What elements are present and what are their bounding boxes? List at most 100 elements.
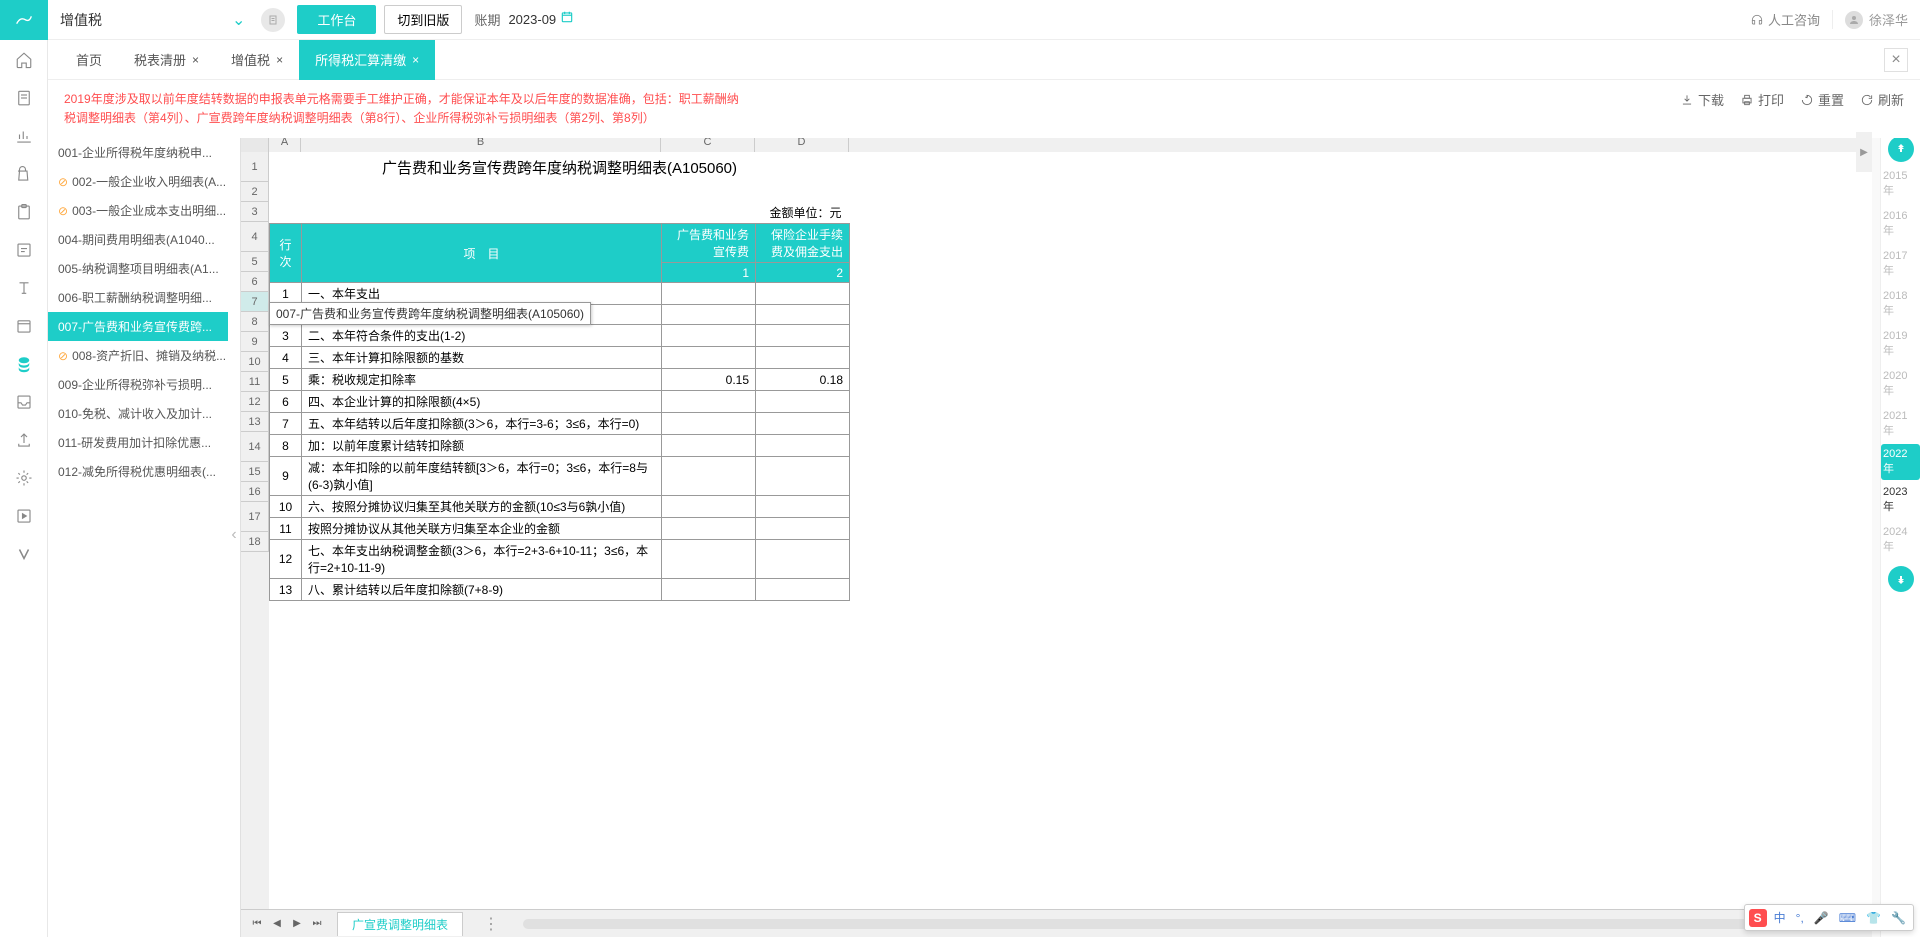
year-scroll-down[interactable] (1888, 566, 1914, 592)
row-header[interactable]: 9 (241, 332, 269, 352)
row-header[interactable]: 14 (241, 432, 269, 462)
ime-toolbar[interactable]: S 中 °, 🎤 ⌨ 👕 🔧 (1744, 904, 1914, 931)
value-cell-2[interactable] (756, 579, 850, 601)
value-cell-2[interactable] (756, 283, 850, 305)
value-cell-2[interactable]: 0.18 (756, 369, 850, 391)
horizontal-scrollbar[interactable] (523, 919, 1864, 929)
row-header[interactable]: 15 (241, 462, 269, 482)
row-header[interactable]: 1 (241, 152, 269, 182)
value-cell-1[interactable] (662, 457, 756, 496)
chevron-down-icon[interactable]: ⌄ (232, 10, 245, 30)
home-icon[interactable] (0, 42, 48, 78)
sheet-nav-next[interactable]: ▶ (289, 916, 305, 932)
report-icon[interactable] (0, 232, 48, 268)
value-cell-1[interactable] (662, 283, 756, 305)
year-item[interactable]: 2019年 (1881, 324, 1920, 364)
print-button[interactable]: 打印 (1740, 90, 1784, 109)
tax-icon[interactable] (0, 346, 48, 382)
tab-tax-list[interactable]: 税表清册× (118, 40, 215, 80)
row-header[interactable]: 13 (241, 412, 269, 432)
value-cell-1[interactable] (662, 347, 756, 369)
form-list-item[interactable]: 010-免税、减计收入及加计... (48, 399, 228, 428)
project-cell[interactable]: 八、累计结转以后年度扣除额(7+8-9) (302, 579, 662, 601)
year-scroll-up[interactable] (1888, 136, 1914, 162)
refresh-button[interactable]: 刷新 (1860, 90, 1904, 109)
clipboard-icon[interactable] (0, 194, 48, 230)
value-cell-2[interactable] (756, 305, 850, 325)
value-cell-2[interactable] (756, 347, 850, 369)
row-header[interactable]: 11 (241, 372, 269, 392)
year-item[interactable]: 2023年 (1881, 480, 1920, 520)
document-icon[interactable] (0, 80, 48, 116)
workbench-button[interactable]: 工作台 (297, 5, 376, 34)
tab-income-tax[interactable]: 所得税汇算清缴× (299, 40, 435, 80)
form-list-item[interactable]: 001-企业所得税年度纳税申... (48, 138, 228, 167)
chart-icon[interactable] (0, 118, 48, 154)
form-list-item[interactable]: 005-纳税调整项目明细表(A1... (48, 254, 228, 283)
row-header[interactable]: 12 (241, 392, 269, 412)
value-cell-1[interactable] (662, 325, 756, 347)
form-list-item[interactable]: ⊘002-一般企业收入明细表(A... (48, 167, 228, 196)
service-link[interactable]: 人工咨询 (1750, 10, 1820, 29)
form-list-item[interactable]: 012-减免所得税优惠明细表(... (48, 457, 228, 486)
doc-circle-icon[interactable] (261, 8, 285, 32)
ime-lang[interactable]: 中 (1771, 907, 1789, 928)
form-list-item[interactable]: ⊘008-资产折旧、摊销及纳税... (48, 341, 228, 370)
row-header[interactable]: 16 (241, 482, 269, 502)
value-cell-1[interactable] (662, 518, 756, 540)
year-item[interactable]: 2017年 (1881, 244, 1920, 284)
row-header[interactable]: 7 (241, 292, 269, 312)
switch-old-button[interactable]: 切到旧版 (384, 5, 462, 34)
project-cell[interactable]: 四、本企业计算的扣除限额(4×5) (302, 391, 662, 413)
form-list-item[interactable]: 009-企业所得税弥补亏损明... (48, 370, 228, 399)
value-cell-2[interactable] (756, 435, 850, 457)
bag-icon[interactable] (0, 156, 48, 192)
settings-icon[interactable] (0, 460, 48, 496)
value-cell-2[interactable] (756, 457, 850, 496)
value-cell-2[interactable] (756, 518, 850, 540)
project-cell[interactable]: 加：以前年度累计结转扣除额 (302, 435, 662, 457)
row-header[interactable]: 4 (241, 222, 269, 252)
ime-punct-icon[interactable]: °, (1793, 909, 1807, 927)
year-item[interactable]: 2022年 (1881, 444, 1920, 480)
download-button[interactable]: 下载 (1680, 90, 1724, 109)
year-item[interactable]: 2018年 (1881, 284, 1920, 324)
close-icon[interactable]: × (412, 53, 419, 67)
inbox-icon[interactable] (0, 384, 48, 420)
project-cell[interactable]: 按照分摊协议从其他关联方归集至本企业的金额 (302, 518, 662, 540)
form-list-item[interactable]: 007-广告费和业务宣传费跨... (48, 312, 228, 341)
project-cell[interactable]: 六、按照分摊协议归集至其他关联方的金额(10≤3与6孰小值) (302, 496, 662, 518)
sheet-nav-prev[interactable]: ◀ (269, 916, 285, 932)
row-header[interactable]: 2 (241, 182, 269, 202)
value-cell-1[interactable] (662, 496, 756, 518)
value-cell-1[interactable] (662, 579, 756, 601)
ime-mic-icon[interactable]: 🎤 (1811, 909, 1832, 927)
value-cell-2[interactable] (756, 391, 850, 413)
row-header[interactable]: 18 (241, 532, 269, 552)
row-header[interactable]: 17 (241, 502, 269, 532)
close-icon[interactable]: × (276, 53, 283, 67)
calendar-picker-icon[interactable] (560, 10, 574, 29)
year-item[interactable]: 2021年 (1881, 404, 1920, 444)
tab-vat[interactable]: 增值税× (215, 40, 299, 80)
ime-keyboard-icon[interactable]: ⌨ (1836, 909, 1859, 927)
form-list-item[interactable]: 011-研发费用加计扣除优惠... (48, 428, 228, 457)
sheet-tab[interactable]: 广宣费调整明细表 (337, 912, 463, 936)
period-value[interactable]: 2023-09 (508, 12, 556, 27)
value-cell-1[interactable] (662, 435, 756, 457)
value-cell-1[interactable] (662, 413, 756, 435)
project-cell[interactable]: 三、本年计算扣除限额的基数 (302, 347, 662, 369)
project-cell[interactable]: 二、本年符合条件的支出(1-2) (302, 325, 662, 347)
user-info[interactable]: 徐泽华 (1832, 10, 1908, 29)
upload-icon[interactable] (0, 422, 48, 458)
value-cell-1[interactable]: 0.15 (662, 369, 756, 391)
project-cell[interactable]: 减：本年扣除的以前年度结转额[3＞6，本行=0；3≤6，本行=8与(6-3)孰小… (302, 457, 662, 496)
ime-skin-icon[interactable]: 👕 (1863, 909, 1884, 927)
collapse-tabs-icon[interactable]: × (1884, 48, 1908, 72)
v-icon[interactable] (0, 536, 48, 572)
calendar-icon[interactable] (0, 308, 48, 344)
value-cell-1[interactable] (662, 391, 756, 413)
year-item[interactable]: 2024年 (1881, 520, 1920, 560)
value-cell-1[interactable] (662, 540, 756, 579)
sheet-nav-first[interactable]: ⏮ (249, 916, 265, 932)
